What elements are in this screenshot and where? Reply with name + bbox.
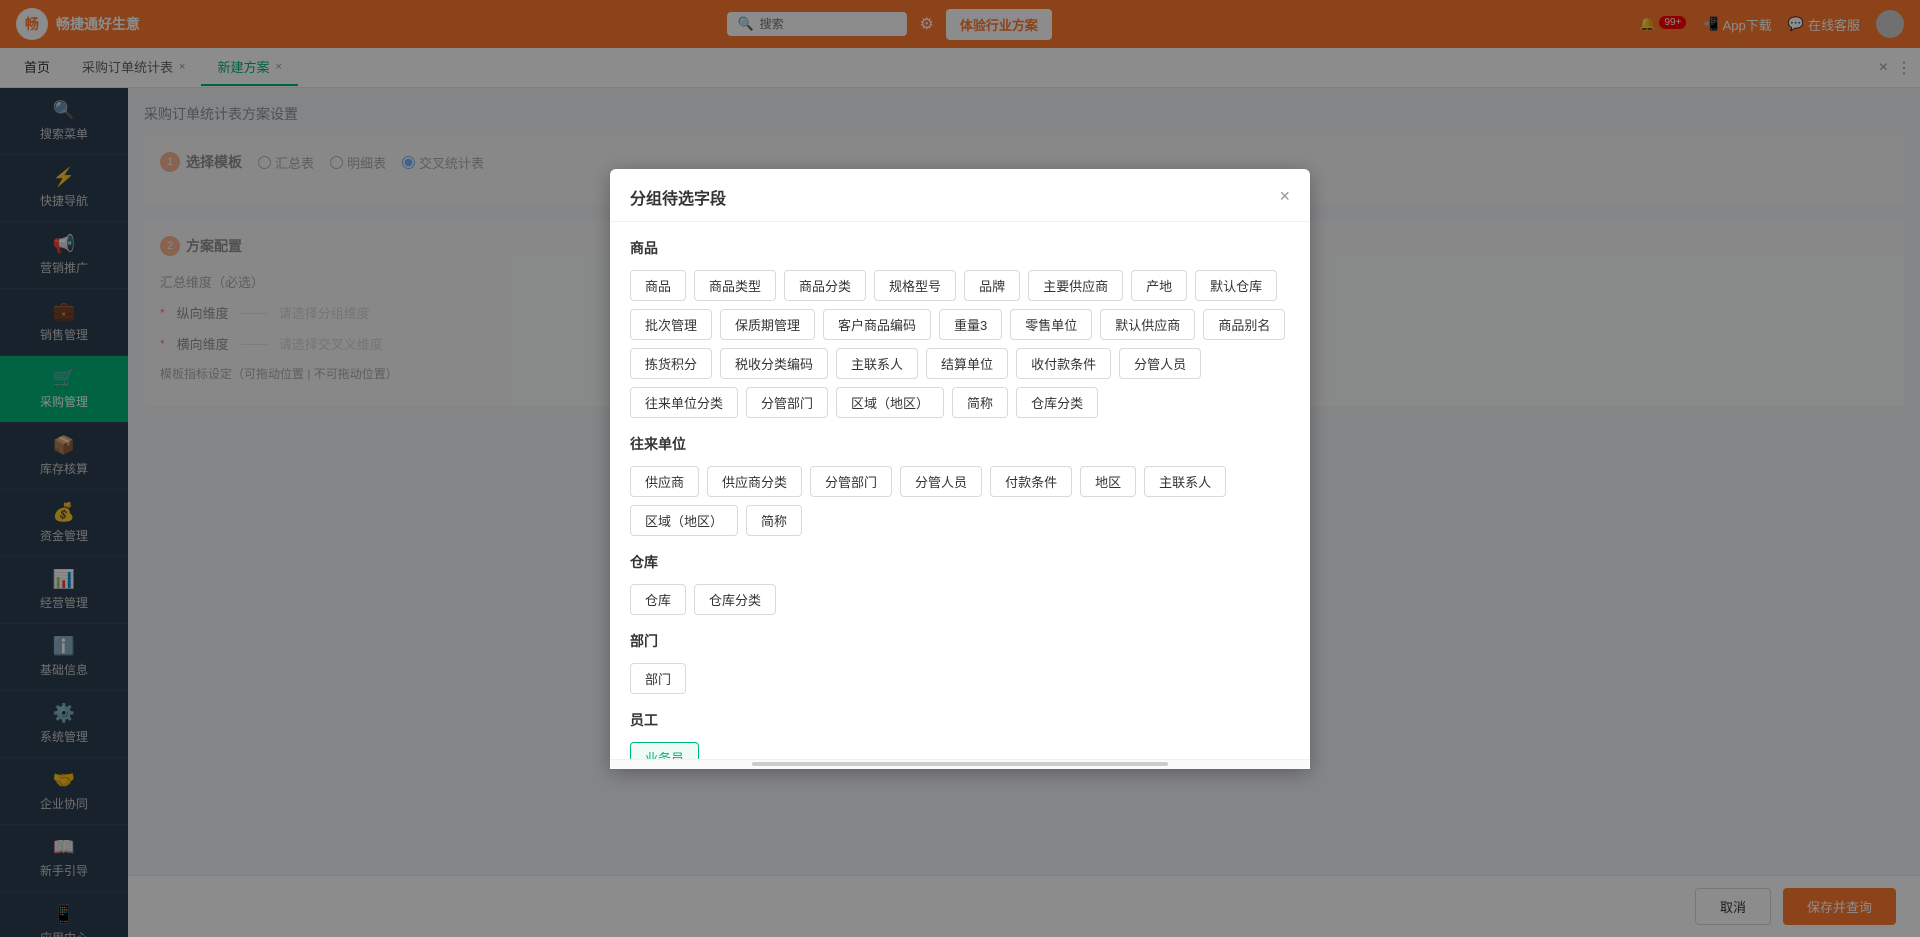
section-title-product: 商品 <box>630 238 1290 258</box>
field-tag-warehouse-category[interactable]: 仓库分类 <box>694 584 776 615</box>
field-tag-department[interactable]: 部门 <box>630 663 686 694</box>
field-tag-default-supplier[interactable]: 默认供应商 <box>1100 309 1195 340</box>
field-tag-region-partner[interactable]: 区域（地区） <box>630 505 738 536</box>
field-tag-product-category[interactable]: 商品分类 <box>784 270 866 301</box>
field-tag-product-type[interactable]: 商品类型 <box>694 270 776 301</box>
field-tag-dept[interactable]: 分管部门 <box>746 387 828 418</box>
section-title-partner: 往来单位 <box>630 434 1290 454</box>
field-tag-salesperson[interactable]: 业务员 <box>630 742 699 759</box>
field-tag-warehouse-cat[interactable]: 仓库分类 <box>1016 387 1098 418</box>
modal-horizontal-scrollbar[interactable] <box>610 759 1310 769</box>
field-tag-supplier-cat[interactable]: 供应商分类 <box>707 466 802 497</box>
field-tag-settlement-unit[interactable]: 结算单位 <box>926 348 1008 379</box>
modal-close-button[interactable]: × <box>1279 186 1290 207</box>
modal-body: 商品 商品 商品类型 商品分类 规格型号 品牌 主要供应商 产地 默认仓库 批次… <box>610 222 1310 759</box>
modal-backdrop: 分组待选字段 × 商品 商品 商品类型 商品分类 规格型号 品牌 主要供应商 产… <box>0 0 1920 937</box>
field-select-modal: 分组待选字段 × 商品 商品 商品类型 商品分类 规格型号 品牌 主要供应商 产… <box>610 169 1310 769</box>
warehouse-fields: 仓库 仓库分类 <box>630 584 1290 615</box>
field-tag-supplier[interactable]: 供应商 <box>630 466 699 497</box>
field-tag-short-name-product[interactable]: 简称 <box>952 387 1008 418</box>
field-tag-customer-code[interactable]: 客户商品编码 <box>823 309 931 340</box>
field-tag-retail-unit[interactable]: 零售单位 <box>1010 309 1092 340</box>
section-title-warehouse: 仓库 <box>630 552 1290 572</box>
field-tag-brand[interactable]: 品牌 <box>964 270 1020 301</box>
field-tag-pick-score[interactable]: 拣货积分 <box>630 348 712 379</box>
employee-fields: 业务员 <box>630 742 1290 759</box>
field-tag-warehouse[interactable]: 仓库 <box>630 584 686 615</box>
department-fields: 部门 <box>630 663 1290 694</box>
field-tag-tax-code[interactable]: 税收分类编码 <box>720 348 828 379</box>
field-tag-spec-model[interactable]: 规格型号 <box>874 270 956 301</box>
field-tag-short-name-partner[interactable]: 简称 <box>746 505 802 536</box>
field-tag-pay-terms[interactable]: 付款条件 <box>990 466 1072 497</box>
modal-title: 分组待选字段 <box>630 185 726 209</box>
field-tag-area[interactable]: 地区 <box>1080 466 1136 497</box>
modal-header: 分组待选字段 × <box>610 169 1310 222</box>
product-fields: 商品 商品类型 商品分类 规格型号 品牌 主要供应商 产地 默认仓库 批次管理 … <box>630 270 1290 418</box>
field-tag-default-warehouse[interactable]: 默认仓库 <box>1195 270 1277 301</box>
field-tag-weight[interactable]: 重量3 <box>939 309 1002 340</box>
field-tag-origin[interactable]: 产地 <box>1131 270 1187 301</box>
field-tag-main-contact[interactable]: 主联系人 <box>836 348 918 379</box>
field-tag-payment-terms[interactable]: 收付款条件 <box>1016 348 1111 379</box>
field-tag-partner-category[interactable]: 往来单位分类 <box>630 387 738 418</box>
hscroll-thumb <box>752 762 1167 766</box>
field-tag-main-contact-partner[interactable]: 主联系人 <box>1144 466 1226 497</box>
field-tag-product-alias[interactable]: 商品别名 <box>1203 309 1285 340</box>
section-title-department: 部门 <box>630 631 1290 651</box>
field-tag-supervisor[interactable]: 分管人员 <box>1119 348 1201 379</box>
field-tag-main-supplier[interactable]: 主要供应商 <box>1028 270 1123 301</box>
field-tag-manage-dept[interactable]: 分管部门 <box>810 466 892 497</box>
field-tag-expiry-mgmt[interactable]: 保质期管理 <box>720 309 815 340</box>
section-title-employee: 员工 <box>630 710 1290 730</box>
field-tag-manage-person[interactable]: 分管人员 <box>900 466 982 497</box>
partner-fields: 供应商 供应商分类 分管部门 分管人员 付款条件 地区 主联系人 区域（地区） … <box>630 466 1290 536</box>
field-tag-batch-mgmt[interactable]: 批次管理 <box>630 309 712 340</box>
field-tag-product[interactable]: 商品 <box>630 270 686 301</box>
field-tag-region-product[interactable]: 区域（地区） <box>836 387 944 418</box>
